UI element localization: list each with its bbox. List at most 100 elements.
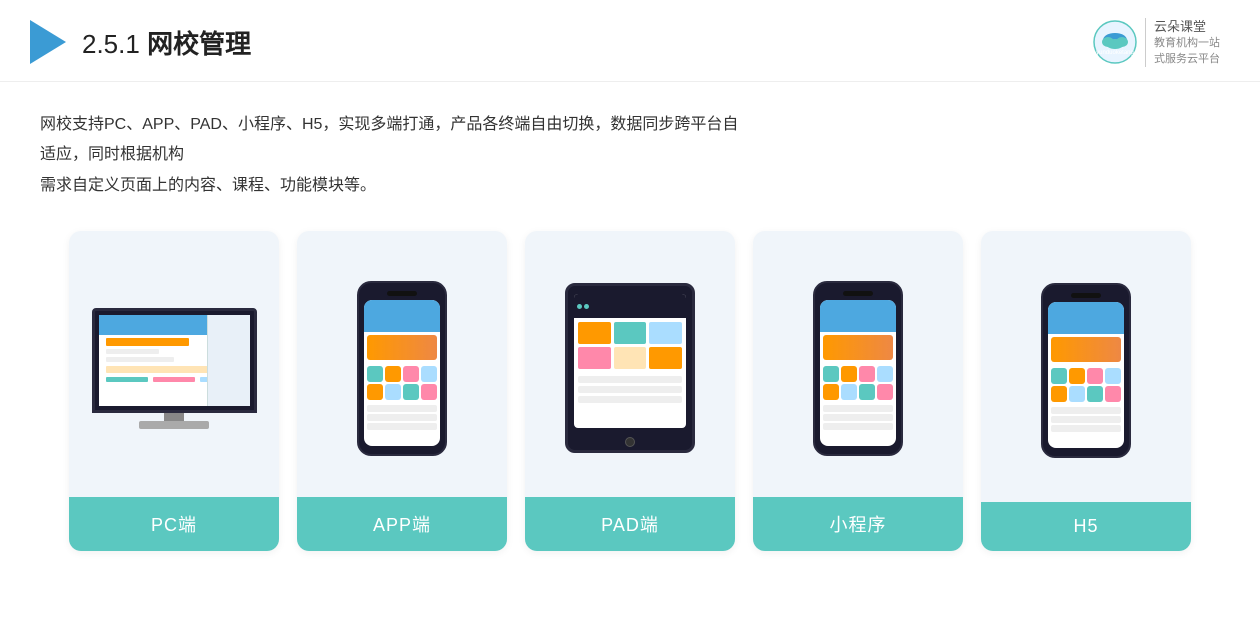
description-line1: 网校支持PC、APP、PAD、小程序、H5，实现多端打通，产品各终端自由切换，数… — [40, 116, 738, 163]
miniprogram-mockup — [813, 281, 903, 456]
icon-dot — [859, 366, 875, 382]
miniprogram-image-area — [753, 231, 963, 497]
phone-screen-header-h5 — [1048, 302, 1124, 334]
phone-list-item — [367, 423, 437, 430]
phone-list-item — [1051, 407, 1121, 414]
icon-dot — [1105, 386, 1121, 402]
pc-neck — [164, 413, 184, 421]
h5-image-area — [981, 231, 1191, 502]
icon-dot — [859, 384, 875, 400]
phone-screen-header — [364, 300, 440, 332]
phone-screen-h5 — [1048, 302, 1124, 448]
icon-dot — [841, 384, 857, 400]
pc-base — [139, 421, 209, 429]
card-pad: PAD端 — [525, 231, 735, 551]
phone-notch — [387, 291, 417, 296]
phone-banner-mini — [823, 335, 893, 360]
pad-grid-item — [649, 322, 682, 344]
icon-dot — [1087, 368, 1103, 384]
description-line2: 需求自定义页面上的内容、课程、功能模块等。 — [40, 177, 376, 194]
pad-grid-item — [578, 347, 611, 369]
phone-list-item — [1051, 425, 1121, 432]
icon-dot — [403, 384, 419, 400]
description-block: 网校支持PC、APP、PAD、小程序、H5，实现多端打通，产品各终端自由切换，数… — [0, 82, 780, 211]
phone-screen-mini — [820, 300, 896, 446]
brand-icon: yunduoketang — [1093, 20, 1137, 64]
card-pad-label: PAD端 — [525, 497, 735, 551]
pc-sidebar — [207, 315, 249, 406]
icon-dot — [841, 366, 857, 382]
phone-icon-grid — [364, 363, 440, 403]
icon-dot — [877, 384, 893, 400]
phone-screen-header-mini — [820, 300, 896, 332]
pc-bar5 — [106, 377, 148, 382]
card-h5-label: H5 — [981, 502, 1191, 551]
phone-icon-grid-h5 — [1048, 365, 1124, 405]
pad-mockup — [565, 283, 695, 453]
pad-dot — [577, 304, 582, 309]
brand-name: 云朵课堂 — [1154, 18, 1220, 36]
card-pc: PC端 — [69, 231, 279, 551]
pc-bar1 — [106, 338, 189, 345]
page-title: 2.5.1 网校管理 — [82, 24, 251, 61]
phone-list-item — [1051, 416, 1121, 423]
icon-dot — [1051, 368, 1067, 384]
pad-header — [574, 294, 686, 318]
icon-dot — [367, 366, 383, 382]
header-left: 2.5.1 网校管理 — [30, 20, 251, 64]
phone-list-item — [823, 405, 893, 412]
card-app: APP端 — [297, 231, 507, 551]
pc-mockup — [92, 308, 257, 429]
svg-text:yunduoketang: yunduoketang — [1096, 50, 1134, 56]
icon-dot — [1051, 386, 1067, 402]
pc-bar2 — [106, 349, 159, 354]
brand-logo: yunduoketang 云朵课堂 教育机构一站 式服务云平台 — [1093, 18, 1220, 67]
icon-dot — [385, 366, 401, 382]
phone-banner — [367, 335, 437, 360]
title-main: 网校管理 — [147, 29, 251, 59]
pad-grid-item — [649, 347, 682, 369]
pad-row — [578, 376, 682, 383]
card-pc-label: PC端 — [69, 497, 279, 551]
phone-screen — [364, 300, 440, 446]
icon-dot — [385, 384, 401, 400]
pc-bar3 — [106, 357, 174, 362]
logo-triangle-icon — [30, 20, 66, 64]
card-miniprogram-label: 小程序 — [753, 497, 963, 551]
pad-row — [578, 386, 682, 393]
pc-screen-inner — [99, 315, 250, 406]
card-app-label: APP端 — [297, 497, 507, 551]
phone-notch-h5 — [1071, 293, 1101, 298]
icon-dot — [877, 366, 893, 382]
phone-list-item — [823, 414, 893, 421]
icon-dot — [1069, 368, 1085, 384]
pc-bar6 — [153, 377, 195, 382]
brand-text: 云朵课堂 教育机构一站 式服务云平台 — [1145, 18, 1220, 67]
header: 2.5.1 网校管理 yunduoketang 云朵课堂 教育机构一站 — [0, 0, 1260, 82]
icon-dot — [367, 384, 383, 400]
pad-screen — [574, 294, 686, 428]
icon-dot — [1087, 386, 1103, 402]
pad-image-area — [525, 231, 735, 497]
h5-mockup — [1041, 283, 1131, 458]
title-prefix: 2.5.1 — [82, 29, 147, 59]
pc-screen-content — [99, 315, 250, 406]
icon-dot — [1105, 368, 1121, 384]
cards-section: PC端 — [0, 211, 1260, 581]
app-mockup — [357, 281, 447, 456]
pad-grid-item — [614, 347, 647, 369]
phone-list-item — [823, 423, 893, 430]
pc-screen-outer — [92, 308, 257, 413]
pad-grid-item — [578, 322, 611, 344]
phone-list-item — [367, 405, 437, 412]
brand-slogan: 教育机构一站 式服务云平台 — [1154, 36, 1220, 67]
header-right: yunduoketang 云朵课堂 教育机构一站 式服务云平台 — [1093, 18, 1220, 67]
icon-dot — [1069, 386, 1085, 402]
phone-banner-h5 — [1051, 337, 1121, 362]
card-miniprogram: 小程序 — [753, 231, 963, 551]
pc-image-area — [69, 231, 279, 497]
icon-dot — [823, 366, 839, 382]
app-image-area — [297, 231, 507, 497]
phone-notch-mini — [843, 291, 873, 296]
icon-dot — [823, 384, 839, 400]
